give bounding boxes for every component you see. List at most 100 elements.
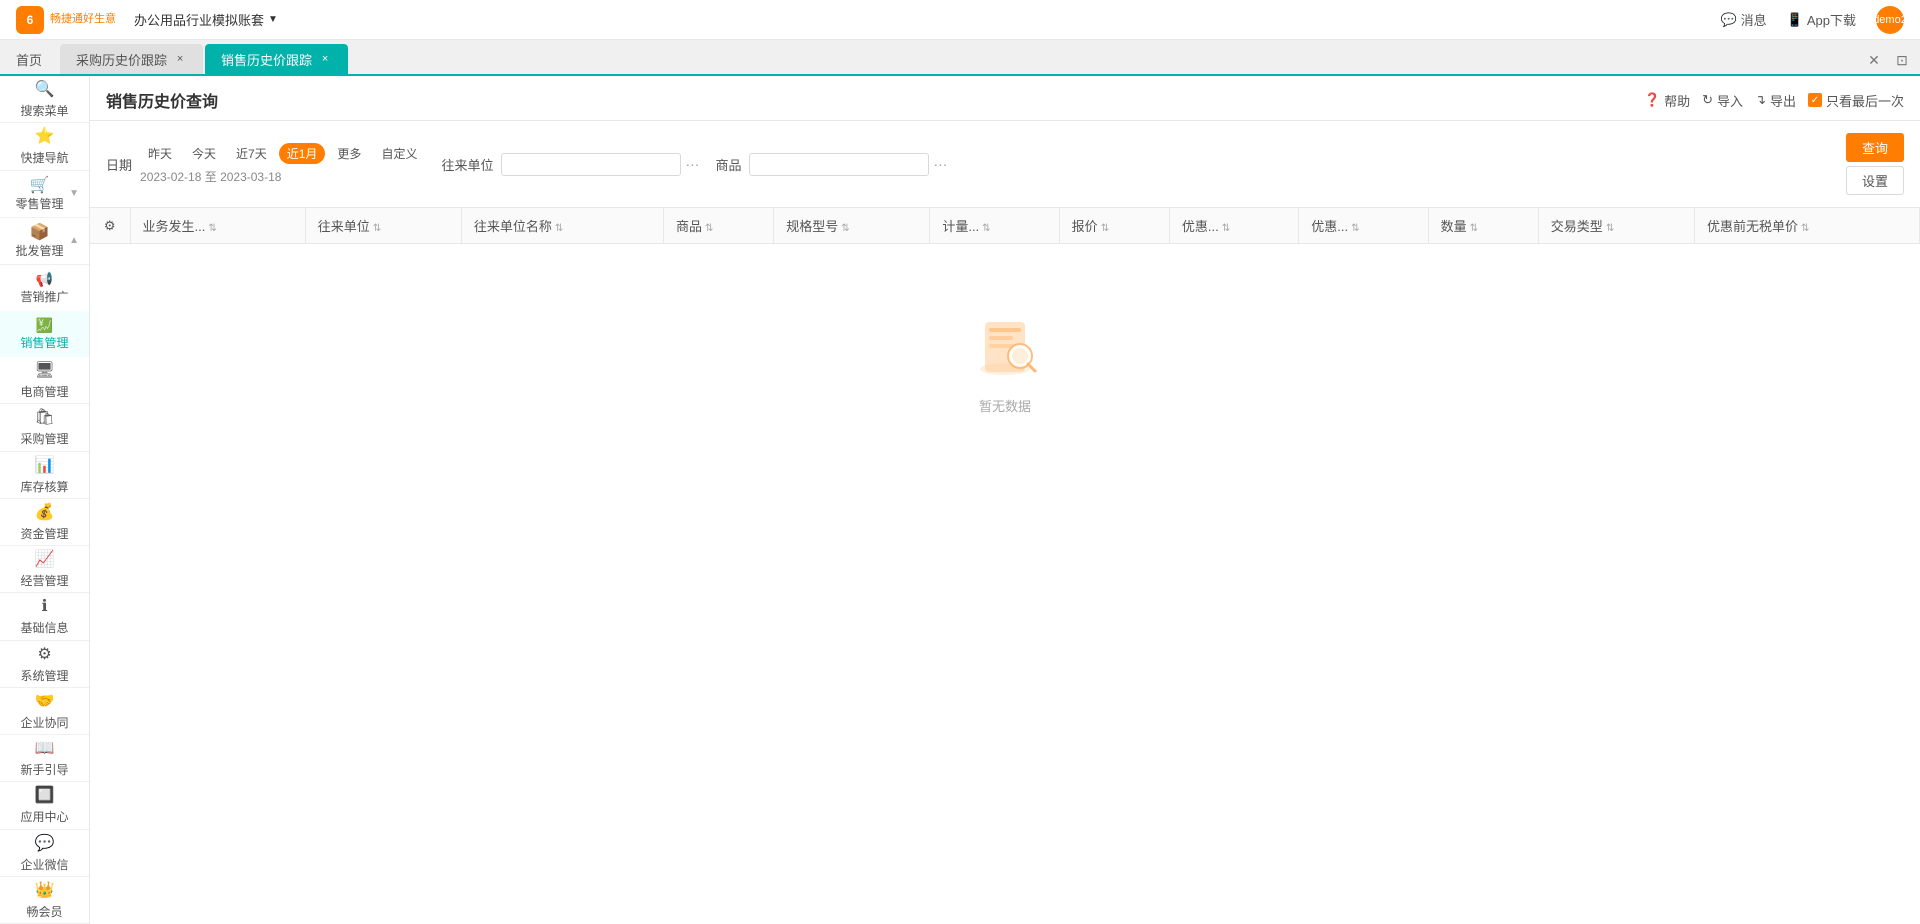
help-btn[interactable]: ❓ 帮助 xyxy=(1644,91,1690,110)
sidebar-label-marketing: 营销推广 xyxy=(20,288,68,305)
maximize-btn[interactable]: ⊡ xyxy=(1892,50,1912,70)
tab-home[interactable]: 首页 xyxy=(0,44,58,74)
app-download-action[interactable]: 📱 App下载 xyxy=(1787,10,1856,29)
col-quote-price[interactable]: 报价⇅ xyxy=(1059,208,1169,244)
export-icon: ↴ xyxy=(1755,92,1766,108)
sidebar-label-search-menu: 搜索菜单 xyxy=(20,102,68,119)
sidebar-item-member[interactable]: 👑 畅会员 xyxy=(0,877,89,924)
sidebar-item-ops-mgmt[interactable]: 📈 经营管理 xyxy=(0,546,89,593)
sidebar-item-purchase-mgmt[interactable]: 🛍 采购管理 xyxy=(0,404,89,451)
date-btn-yesterday[interactable]: 昨天 xyxy=(140,143,180,164)
system-icon: ⚙ xyxy=(37,644,51,664)
sidebar-item-enterprise-wechat[interactable]: 💬 企业微信 xyxy=(0,830,89,877)
sidebar-label-purchase: 采购管理 xyxy=(20,430,68,447)
chevron-icon: ▼ xyxy=(69,188,79,199)
export-btn[interactable]: ↴ 导出 xyxy=(1755,91,1796,110)
sidebar-item-enterprise-collab[interactable]: 🤝 企业协同 xyxy=(0,688,89,735)
main-layout: 🔍 搜索菜单 ⭐ 快捷导航 🛒 零售管理 ▼ 📦 批发管理 ▲ 📢 营销推广 xyxy=(0,76,1920,924)
empty-text: 暂无数据 xyxy=(979,396,1031,415)
partner-filter-group: 往来单位 ··· xyxy=(441,153,699,176)
col-partner-code[interactable]: 往来单位⇅ xyxy=(305,208,461,244)
chevron-up-icon: ▲ xyxy=(69,235,79,246)
collab-icon: 🤝 xyxy=(35,691,55,711)
date-btn-7days[interactable]: 近7天 xyxy=(228,143,275,164)
settings-button[interactable]: 设置 xyxy=(1846,166,1904,195)
col-trade-type[interactable]: 交易类型⇅ xyxy=(1538,208,1694,244)
sidebar-item-app-center[interactable]: 🔲 应用中心 xyxy=(0,782,89,829)
col-settings[interactable]: ⚙ xyxy=(90,208,130,244)
user-action[interactable]: demo2 xyxy=(1876,6,1904,34)
top-header: 6 畅捷通好生意 办公用品行业模拟账套 ▼ 💬 消息 📱 App下载 demo2 xyxy=(0,0,1920,40)
wholesale-mgmt-inner: 📦 批发管理 xyxy=(10,222,69,259)
sidebar-item-system-mgmt[interactable]: ⚙ 系统管理 xyxy=(0,641,89,688)
sidebar: 🔍 搜索菜单 ⭐ 快捷导航 🛒 零售管理 ▼ 📦 批发管理 ▲ 📢 营销推广 xyxy=(0,76,90,924)
sidebar-label-basic: 基础信息 xyxy=(20,619,68,636)
partner-ellipsis-btn[interactable]: ··· xyxy=(685,156,699,172)
partner-filter-label: 往来单位 xyxy=(441,155,493,174)
sidebar-label-quick-nav: 快捷导航 xyxy=(20,149,68,166)
date-btn-1month[interactable]: 近1月 xyxy=(279,143,326,164)
col-partner-name[interactable]: 往来单位名称⇅ xyxy=(461,208,663,244)
empty-icon xyxy=(965,304,1045,384)
sales-history-tab-close[interactable]: × xyxy=(318,52,332,66)
tab-sales-history[interactable]: 销售历史价跟踪 × xyxy=(205,44,348,74)
avatar: demo2 xyxy=(1876,6,1904,34)
col-discount1[interactable]: 优惠...⇅ xyxy=(1169,208,1298,244)
date-btn-custom[interactable]: 自定义 xyxy=(373,143,425,164)
sidebar-item-quick-nav[interactable]: ⭐ 快捷导航 xyxy=(0,123,89,170)
query-button[interactable]: 查询 xyxy=(1846,133,1904,162)
col-unit[interactable]: 计量...⇅ xyxy=(930,208,1059,244)
sidebar-item-wholesale-mgmt[interactable]: 📦 批发管理 ▲ xyxy=(0,218,89,265)
help-label: 帮助 xyxy=(1664,91,1690,110)
date-btn-today[interactable]: 今天 xyxy=(184,143,224,164)
message-action[interactable]: 💬 消息 xyxy=(1720,10,1766,29)
sidebar-item-inventory[interactable]: 📊 库存核算 xyxy=(0,452,89,499)
logo-text: 畅捷通好生意 xyxy=(50,12,116,26)
sidebar-item-retail-mgmt[interactable]: 🛒 零售管理 ▼ xyxy=(0,171,89,218)
col-biz-date[interactable]: 业务发生...⇅ xyxy=(130,208,305,244)
table-container: ⚙ 业务发生...⇅ 往来单位⇅ 往来单位名称⇅ 商品⇅ 规格型号⇅ 计量...… xyxy=(90,208,1920,924)
message-icon: 💬 xyxy=(1720,12,1736,28)
sales-history-tab-label: 销售历史价跟踪 xyxy=(221,50,312,69)
partner-input[interactable] xyxy=(501,153,681,176)
col-pretax-price[interactable]: 优惠前无税单价⇅ xyxy=(1694,208,1919,244)
col-spec[interactable]: 规格型号⇅ xyxy=(774,208,930,244)
date-btn-more[interactable]: 更多 xyxy=(329,143,369,164)
header-right: 💬 消息 📱 App下载 demo2 xyxy=(1720,6,1904,34)
partner-input-wrap: ··· xyxy=(501,153,699,176)
import-btn[interactable]: ↻ 导入 xyxy=(1702,91,1743,110)
sidebar-label-ops: 经营管理 xyxy=(20,572,68,589)
col-goods[interactable]: 商品⇅ xyxy=(663,208,773,244)
col-discount2[interactable]: 优惠...⇅ xyxy=(1299,208,1428,244)
goods-input[interactable] xyxy=(749,153,929,176)
sidebar-item-marketing[interactable]: 📢 营销推广 xyxy=(0,265,89,311)
home-tab-label: 首页 xyxy=(16,50,42,69)
sidebar-label-finance: 资金管理 xyxy=(20,525,68,542)
close-tab-btn[interactable]: ✕ xyxy=(1864,50,1884,70)
sidebar-item-basic-info[interactable]: ℹ 基础信息 xyxy=(0,593,89,640)
goods-filter-label: 商品 xyxy=(715,155,741,174)
sidebar-label-ecommerce: 电商管理 xyxy=(20,383,68,400)
purchase-history-tab-close[interactable]: × xyxy=(173,52,187,66)
app-selector[interactable]: 办公用品行业模拟账套 ▼ xyxy=(126,6,286,33)
sidebar-item-finance[interactable]: 💰 资金管理 xyxy=(0,499,89,546)
only-last-wrap[interactable]: ✓ 只看最后一次 xyxy=(1808,91,1904,110)
sidebar-label-wechat: 企业微信 xyxy=(20,856,68,873)
sidebar-item-search-menu[interactable]: 🔍 搜索菜单 xyxy=(0,76,89,123)
sidebar-item-new-guide[interactable]: 📖 新手引导 xyxy=(0,735,89,782)
tab-purchase-history[interactable]: 采购历史价跟踪 × xyxy=(60,44,203,74)
sidebar-item-sales-mgmt[interactable]: 💹 销售管理 xyxy=(0,311,89,357)
download-icon: 📱 xyxy=(1787,12,1803,28)
col-quantity[interactable]: 数量⇅ xyxy=(1428,208,1538,244)
export-label: 导出 xyxy=(1770,91,1796,110)
star-icon: ⭐ xyxy=(35,126,55,146)
member-icon: 👑 xyxy=(35,880,55,900)
sidebar-item-ecommerce[interactable]: 🖥 电商管理 xyxy=(0,357,89,404)
date-filter-label: 日期 xyxy=(106,155,132,174)
table-header: ⚙ 业务发生...⇅ 往来单位⇅ 往来单位名称⇅ 商品⇅ 规格型号⇅ 计量...… xyxy=(90,208,1920,244)
marketing-icon: 📢 xyxy=(36,271,53,288)
only-last-checkbox[interactable]: ✓ xyxy=(1808,93,1822,107)
content-area: 销售历史价查询 ❓ 帮助 ↻ 导入 ↴ 导出 ✓ xyxy=(90,76,1920,924)
goods-ellipsis-btn[interactable]: ··· xyxy=(933,156,947,172)
sidebar-label-wholesale: 批发管理 xyxy=(16,242,64,259)
